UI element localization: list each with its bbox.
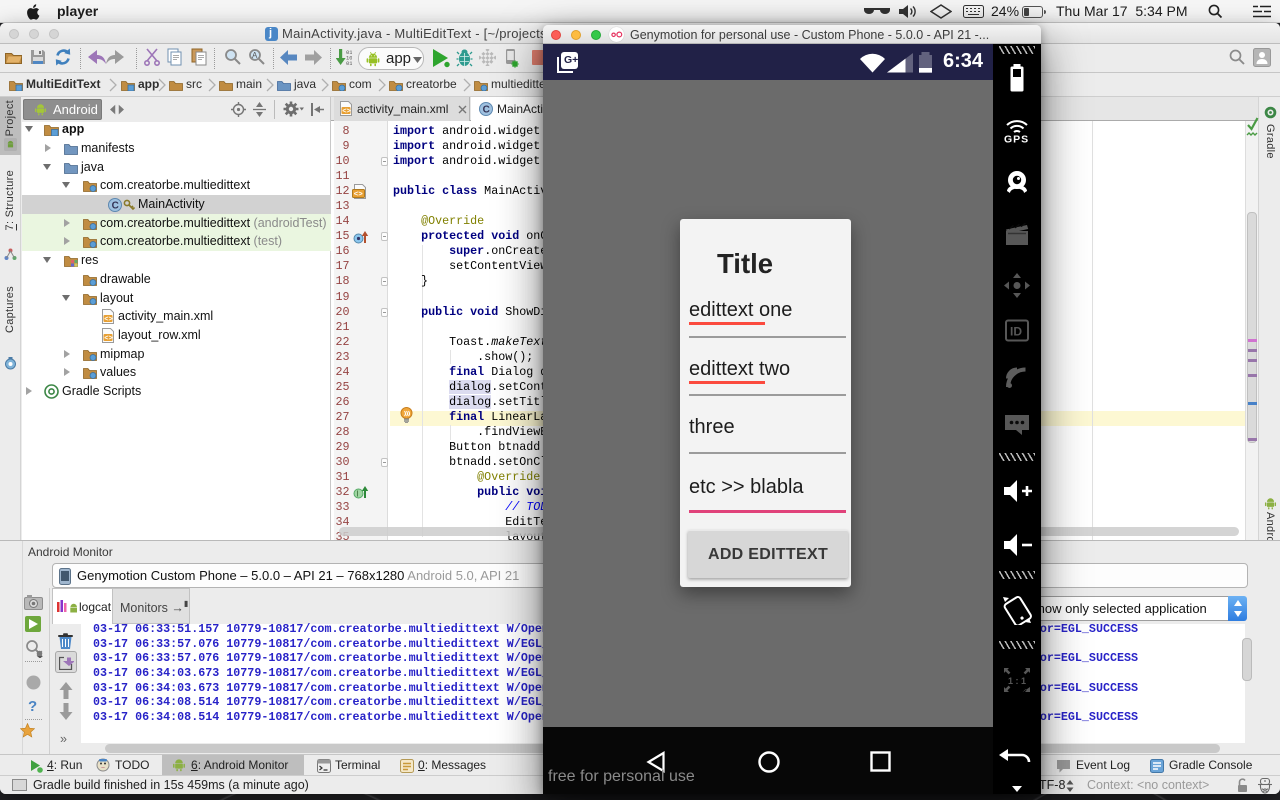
svg-text:C: C	[112, 201, 119, 212]
svg-text:<>: <>	[104, 316, 112, 324]
svg-text:<>: <>	[354, 191, 364, 199]
svg-text:<>: <>	[342, 108, 350, 116]
svg-text:A: A	[252, 51, 258, 60]
svg-text:GPS: GPS	[1004, 134, 1029, 144]
svg-text:<>: <>	[104, 335, 112, 343]
svg-text:ID: ID	[1010, 325, 1022, 339]
svg-text:1 : 1: 1 : 1	[1008, 676, 1026, 686]
svg-text:I: I	[356, 490, 358, 499]
svg-text:C: C	[483, 105, 490, 116]
svg-text:01: 01	[346, 60, 352, 66]
